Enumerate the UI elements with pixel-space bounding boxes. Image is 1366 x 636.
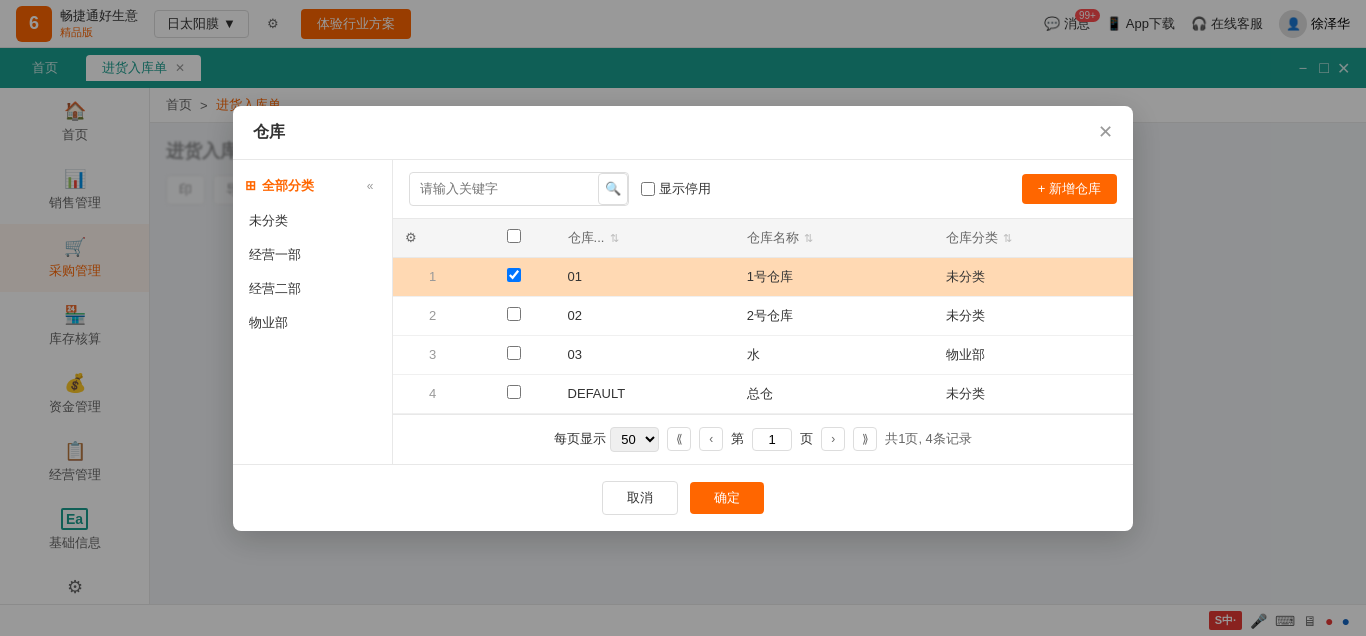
category-item-ops2[interactable]: 经营二部 [233,272,392,306]
row-category: 未分类 [934,374,1133,413]
collapse-button[interactable]: « [360,176,380,196]
row-checkbox[interactable] [507,268,521,282]
table-row[interactable]: 1 01 1号仓库 未分类 [393,257,1133,296]
col-code[interactable]: 仓库... ⇅ [556,219,735,258]
row-checkbox-cell [472,374,555,413]
row-name: 2号仓库 [735,296,934,335]
row-code: 03 [556,335,735,374]
col-name[interactable]: 仓库名称 ⇅ [735,219,934,258]
row-code: DEFAULT [556,374,735,413]
prev-page-button[interactable]: ‹ [699,427,723,451]
last-page-button[interactable]: ⟫ [853,427,877,451]
row-checkbox-cell [472,335,555,374]
category-item-uncategorized[interactable]: 未分类 [233,204,392,238]
row-checkbox[interactable] [507,307,521,321]
modal-close-button[interactable]: ✕ [1098,123,1113,141]
modal-footer: 取消 确定 [233,464,1133,531]
table-row[interactable]: 3 03 水 物业部 [393,335,1133,374]
search-box: 🔍 [409,172,629,206]
add-warehouse-button[interactable]: + 新增仓库 [1022,174,1117,204]
col-settings: ⚙ [393,219,472,258]
all-category-header[interactable]: ⊞ 全部分类 « [233,168,392,204]
next-page-button[interactable]: › [821,427,845,451]
table-row[interactable]: 2 02 2号仓库 未分类 [393,296,1133,335]
page-number-input[interactable] [752,428,792,451]
modal-title: 仓库 [253,122,285,143]
pagination: 每页显示 50 ⟪ ‹ 第 页 › [393,414,1133,464]
col-checkbox [472,219,555,258]
category-item-property[interactable]: 物业部 [233,306,392,340]
row-category: 未分类 [934,296,1133,335]
warehouse-table: ⚙ 仓库... ⇅ 仓库名称 ⇅ [393,219,1133,414]
row-category: 物业部 [934,335,1133,374]
row-num: 4 [393,374,472,413]
modal-header: 仓库 ✕ [233,106,1133,160]
sort-category-icon: ⇅ [1003,232,1012,244]
row-num: 2 [393,296,472,335]
grid-icon: ⊞ [245,178,256,193]
show-disabled-label: 显示停用 [659,180,711,198]
row-checkbox-cell [472,257,555,296]
row-name: 1号仓库 [735,257,934,296]
row-checkbox[interactable] [507,385,521,399]
first-page-button[interactable]: ⟪ [667,427,691,451]
warehouse-modal: 仓库 ✕ ⊞ 全部分类 « 未分类 经营一部 经营二部 物业部 [233,106,1133,531]
all-category-label: ⊞ 全部分类 [245,177,314,195]
cancel-button[interactable]: 取消 [602,481,678,515]
row-name: 水 [735,335,934,374]
row-num: 3 [393,335,472,374]
select-all-checkbox[interactable] [507,229,521,243]
table-panel: 🔍 显示停用 + 新增仓库 ⚙ [393,160,1133,464]
page-size-select[interactable]: 50 [610,427,659,452]
confirm-button[interactable]: 确定 [690,482,764,514]
data-table: ⚙ 仓库... ⇅ 仓库名称 ⇅ [393,219,1133,414]
row-code: 02 [556,296,735,335]
search-icon-button[interactable]: 🔍 [598,173,628,205]
modal-body: ⊞ 全部分类 « 未分类 经营一部 经营二部 物业部 🔍 [233,160,1133,464]
show-disabled-checkbox[interactable] [641,182,655,196]
table-row[interactable]: 4 DEFAULT 总仓 未分类 [393,374,1133,413]
row-name: 总仓 [735,374,934,413]
row-checkbox-cell [472,296,555,335]
col-category[interactable]: 仓库分类 ⇅ [934,219,1133,258]
row-num: 1 [393,257,472,296]
search-input[interactable] [410,175,598,202]
sort-code-icon: ⇅ [610,232,619,244]
row-checkbox[interactable] [507,346,521,360]
category-item-ops1[interactable]: 经营一部 [233,238,392,272]
table-toolbar: 🔍 显示停用 + 新增仓库 [393,160,1133,219]
show-disabled-wrapper: 显示停用 [641,180,711,198]
row-category: 未分类 [934,257,1133,296]
page-size-selector: 每页显示 50 [554,427,659,452]
sort-name-icon: ⇅ [804,232,813,244]
total-info: 共1页, 4条记录 [885,430,972,448]
modal-overlay: 仓库 ✕ ⊞ 全部分类 « 未分类 经营一部 经营二部 物业部 [0,0,1366,636]
row-code: 01 [556,257,735,296]
category-panel: ⊞ 全部分类 « 未分类 经营一部 经营二部 物业部 [233,160,393,464]
